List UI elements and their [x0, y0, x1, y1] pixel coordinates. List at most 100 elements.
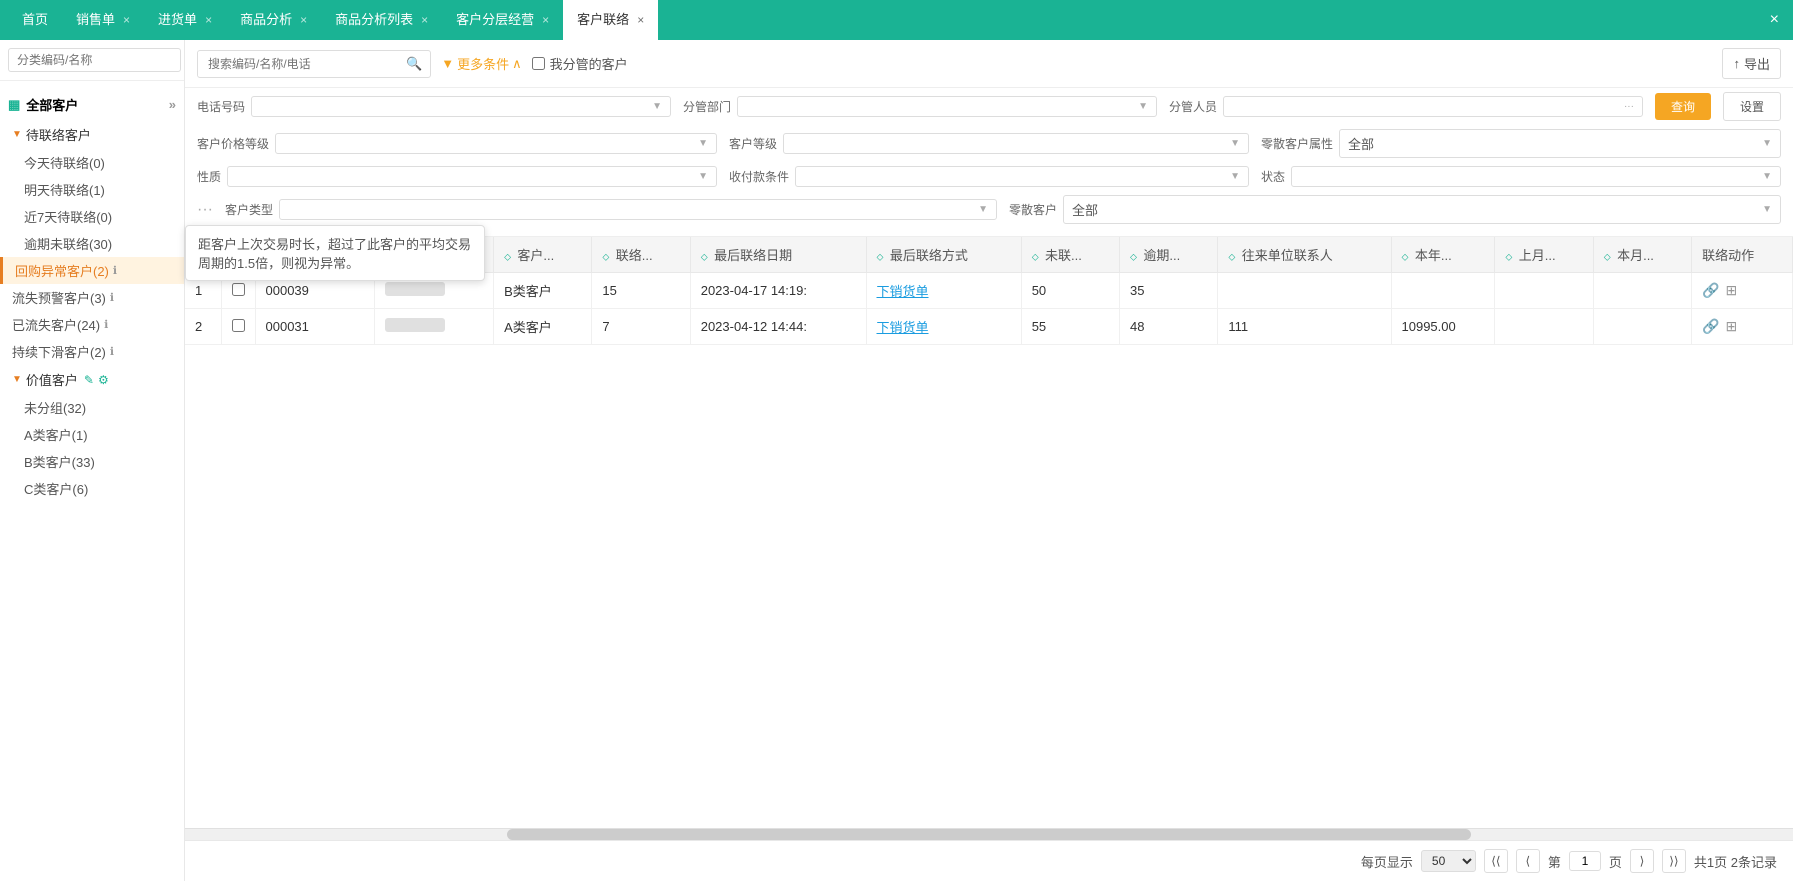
sidebar-item-continuous-down[interactable]: 持续下滑客户(2) ℹ	[0, 338, 184, 365]
sidebar-item-overdue[interactable]: 逾期未联络(30)	[0, 230, 184, 257]
gender-select[interactable]: ▼	[227, 166, 717, 187]
row1-select-checkbox[interactable]	[232, 283, 245, 296]
sidebar-item-repurchase-abnormal[interactable]: 回购异常客户(2) ℹ	[0, 257, 184, 284]
next-page-btn[interactable]: ⟩	[1630, 849, 1654, 873]
price-level-select[interactable]: ▼	[275, 133, 717, 154]
nav-purchase[interactable]: 进货单 ×	[144, 0, 226, 40]
first-page-btn[interactable]: ⟨⟨	[1484, 849, 1508, 873]
sidebar-item-today[interactable]: 今天待联络(0)	[0, 149, 184, 176]
nav-product-analysis-label: 商品分析	[240, 0, 292, 40]
row2-grid-icon[interactable]: ⊞	[1726, 318, 1738, 335]
scrollbar-thumb[interactable]	[507, 829, 1472, 840]
status-select[interactable]: ▼	[1291, 166, 1781, 187]
phone-select[interactable]: ▼	[251, 96, 671, 117]
sidebar-item-churned[interactable]: 已流失客户(24) ℹ	[0, 311, 184, 338]
col-overdue-label: 逾期...	[1143, 248, 1180, 263]
more-conditions-btn[interactable]: ▼ 更多条件 ∧	[441, 54, 521, 73]
retail-customer-arrow-icon: ▼	[1762, 204, 1772, 215]
sidebar-section-pending-header[interactable]: ▼ 待联络客户	[0, 120, 184, 149]
col-this-year[interactable]: ⬦ 本年...	[1391, 237, 1495, 273]
nav-customer-contact[interactable]: 客户联络 ×	[563, 0, 658, 40]
close-all-btn[interactable]: ×	[1756, 11, 1793, 29]
col-ctype-label: 客户...	[517, 248, 554, 263]
query-button[interactable]: 查询	[1655, 93, 1711, 120]
retail-customer-select[interactable]: 全部 ▼	[1063, 195, 1781, 224]
row1-lcm-val[interactable]: 下销货单	[877, 284, 929, 299]
nav-customer-segment-close[interactable]: ×	[542, 0, 549, 40]
nav-sales-close[interactable]: ×	[123, 0, 130, 40]
pending-label: 待联络客户	[26, 125, 91, 144]
value-arrow-icon: ▼	[12, 374, 22, 385]
col-last-month[interactable]: ⬦ 上月...	[1495, 237, 1593, 273]
sidebar-item-churn-warning[interactable]: 流失预警客户(3) ℹ	[0, 284, 184, 311]
settings-icon[interactable]: ⚙	[98, 373, 109, 387]
row2-cp: 111	[1218, 309, 1391, 345]
last-page-btn[interactable]: ⟩⟩	[1662, 849, 1686, 873]
row1-link-icon[interactable]: 🔗	[1702, 282, 1719, 299]
nav-product-analysis-close[interactable]: ×	[300, 0, 307, 40]
col-last-contact-date[interactable]: ⬦ 最后联络日期	[690, 237, 866, 273]
row1-grid-icon[interactable]: ⊞	[1726, 282, 1738, 299]
edit-icon[interactable]: ✎	[84, 373, 94, 387]
sidebar-item-b-class[interactable]: B类客户(33)	[0, 448, 184, 475]
setting-button[interactable]: 设置	[1723, 92, 1781, 121]
row1-lcm[interactable]: 下销货单	[866, 273, 1021, 309]
col-last-contact-method[interactable]: ⬦ 最后联络方式	[866, 237, 1021, 273]
my-customer-checkbox-area[interactable]: 我分管的客户	[532, 54, 628, 73]
horizontal-scrollbar[interactable]	[185, 828, 1793, 840]
phone-arrow-icon: ▼	[652, 101, 662, 112]
row2-lcm-val[interactable]: 下销货单	[877, 320, 929, 335]
row2-tm	[1593, 309, 1691, 345]
filter-search-icon[interactable]: 🔍	[398, 51, 430, 77]
customer-level-select[interactable]: ▼	[783, 133, 1249, 154]
col-overdue[interactable]: ⬦ 逾期...	[1120, 237, 1218, 273]
filter-search-input[interactable]	[198, 52, 398, 76]
dept-select[interactable]: ▼	[737, 96, 1157, 117]
filter-dept: 分管部门 ▼	[683, 96, 1157, 117]
nav-sales[interactable]: 销售单 ×	[62, 0, 144, 40]
sidebar-item-ungraded[interactable]: 未分组(32)	[0, 394, 184, 421]
col-contact-person[interactable]: ⬦ 往来单位联系人	[1218, 237, 1391, 273]
page-input[interactable]	[1569, 851, 1601, 871]
per-page-select[interactable]: 50 100 200	[1421, 850, 1476, 872]
row2-checkbox[interactable]	[221, 309, 255, 345]
nav-customer-contact-close[interactable]: ×	[637, 0, 644, 40]
row1-no-val: 1	[195, 283, 202, 298]
row1-overdue: 35	[1120, 273, 1218, 309]
row2-link-icon[interactable]: 🔗	[1702, 318, 1719, 335]
nav-customer-segment[interactable]: 客户分层经营 ×	[442, 0, 563, 40]
collapse-arrow-icon[interactable]: »	[169, 97, 176, 112]
total-label: 共1页 2条记录	[1694, 852, 1777, 871]
churned-label: 已流失客户(24)	[12, 315, 100, 334]
col-unpaid[interactable]: ⬦ 未联...	[1021, 237, 1119, 273]
content-area: 🔍 ▼ 更多条件 ∧ 我分管的客户 ↑ 导出 电话号码	[185, 40, 1793, 881]
row2-lcm[interactable]: 下销货单	[866, 309, 1021, 345]
prev-page-btn[interactable]: ⟨	[1516, 849, 1540, 873]
nav-product-analysis-list[interactable]: 商品分析列表 ×	[321, 0, 442, 40]
retail-attr-select[interactable]: 全部 ▼	[1339, 129, 1781, 158]
person-select[interactable]: ···	[1223, 96, 1643, 117]
row2-select-checkbox[interactable]	[232, 319, 245, 332]
export-btn[interactable]: ↑ 导出	[1722, 48, 1781, 79]
my-customer-label: 我分管的客户	[550, 54, 628, 73]
nav-purchase-close[interactable]: ×	[205, 0, 212, 40]
col-contact[interactable]: ⬦ 联络...	[592, 237, 690, 273]
nav-product-analysis[interactable]: 商品分析 ×	[226, 0, 321, 40]
sidebar-root[interactable]: ▦ 全部客户 »	[0, 89, 184, 120]
filter-dots-icon[interactable]: ···	[197, 201, 213, 219]
sidebar-item-a-class[interactable]: A类客户(1)	[0, 421, 184, 448]
sidebar-search-input[interactable]	[8, 48, 181, 72]
payment-select[interactable]: ▼	[795, 166, 1249, 187]
grid-icon: ▦	[8, 97, 20, 113]
nav-product-analysis-list-close[interactable]: ×	[421, 0, 428, 40]
col-this-month[interactable]: ⬦ 本月...	[1593, 237, 1691, 273]
customer-type-select[interactable]: ▼	[279, 199, 997, 220]
sidebar-item-7days[interactable]: 近7天待联络(0)	[0, 203, 184, 230]
row2-lcd: 2023-04-12 14:44:	[690, 309, 866, 345]
nav-home[interactable]: 首页	[8, 0, 62, 40]
my-customer-checkbox[interactable]	[532, 57, 545, 70]
col-customer-type[interactable]: ⬦ 客户...	[494, 237, 592, 273]
sidebar-item-tomorrow[interactable]: 明天待联络(1)	[0, 176, 184, 203]
sidebar-section-value-header[interactable]: ▼ 价值客户 ✎ ⚙	[0, 365, 184, 394]
sidebar-item-c-class[interactable]: C类客户(6)	[0, 475, 184, 502]
